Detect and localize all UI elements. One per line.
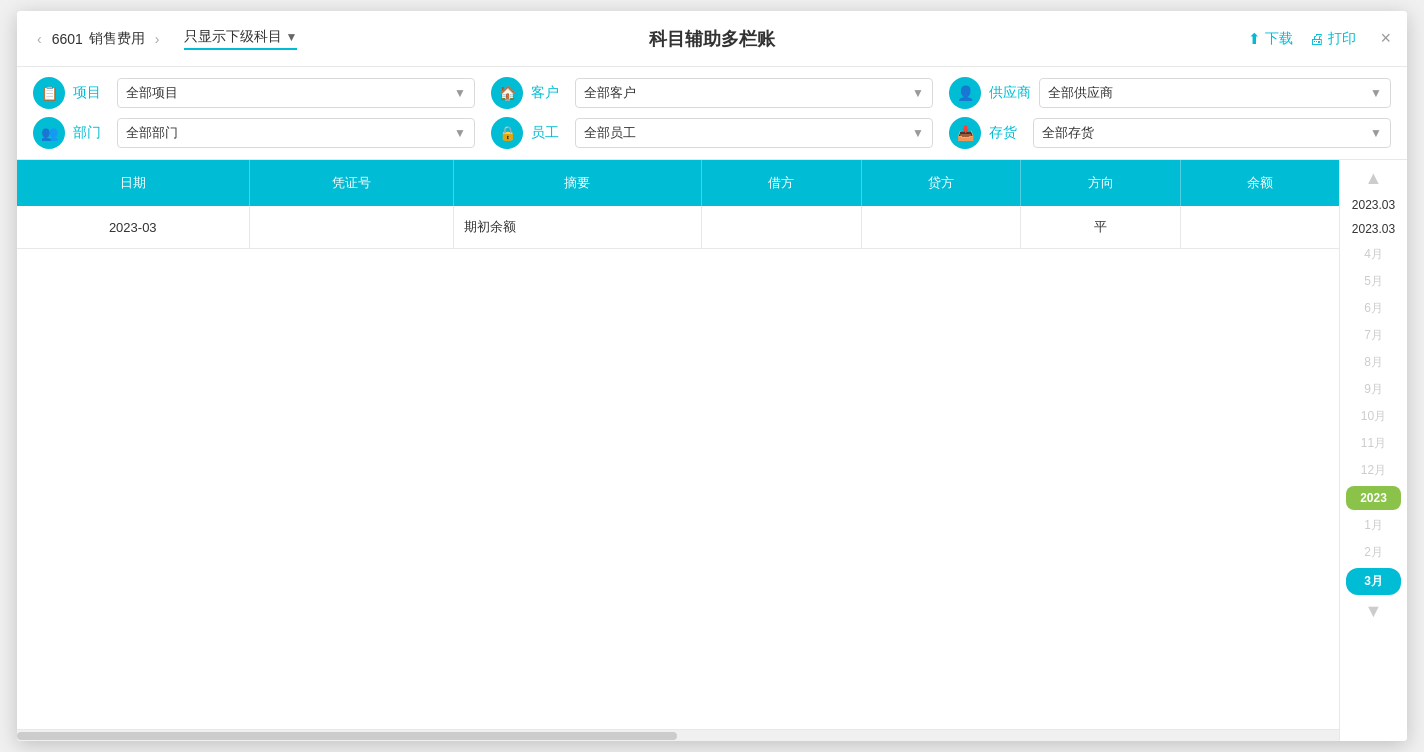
timeline-item-dec[interactable]: 12月 — [1340, 457, 1407, 484]
timeline-down-btn[interactable]: ▼ — [1365, 597, 1383, 626]
timeline-item-may[interactable]: 5月 — [1340, 268, 1407, 295]
supplier-label: 供应商 — [989, 84, 1031, 102]
timeline-item-jun[interactable]: 6月 — [1340, 295, 1407, 322]
supplier-value: 全部供应商 — [1048, 84, 1113, 102]
modal-title: 科目辅助多栏账 — [649, 27, 775, 51]
filter-customer: 🏠 客户 全部客户 ▼ — [491, 77, 933, 109]
customer-label: 客户 — [531, 84, 567, 102]
download-btn[interactable]: ⬆ 下载 — [1248, 30, 1293, 48]
col-summary: 摘要 — [453, 160, 701, 206]
timeline-item-apr[interactable]: 4月 — [1340, 241, 1407, 268]
print-label: 打印 — [1328, 30, 1356, 48]
supplier-select[interactable]: 全部供应商 ▼ — [1039, 78, 1391, 108]
ledger-table: 日期 凭证号 摘要 借方 贷方 方向 余额 2023-03 — [17, 160, 1339, 249]
employee-label: 员工 — [531, 124, 567, 142]
timeline-item-aug[interactable]: 8月 — [1340, 349, 1407, 376]
prev-account-btn[interactable]: ‹ — [33, 29, 46, 49]
customer-select[interactable]: 全部客户 ▼ — [575, 78, 933, 108]
employee-icon: 🔒 — [491, 117, 523, 149]
inventory-icon: 📥 — [949, 117, 981, 149]
filter-bar: 📋 项目 全部项目 ▼ 🏠 客户 全部客户 ▼ 👤 供应商 全部供应商 ▼ — [17, 67, 1407, 160]
show-sub-dropdown[interactable]: 只显示下级科目 ▼ — [184, 28, 298, 50]
filter-employee: 🔒 员工 全部员工 ▼ — [491, 117, 933, 149]
timeline-item-mar-active[interactable]: 3月 — [1346, 568, 1401, 595]
table-header-row: 日期 凭证号 摘要 借方 贷方 方向 余额 — [17, 160, 1339, 206]
timeline-panel: ▲ 2023.03 2023.03 4月 5月 6月 7月 8月 9月 10月 … — [1339, 160, 1407, 741]
timeline-item-jan[interactable]: 1月 — [1340, 512, 1407, 539]
timeline-item-oct[interactable]: 10月 — [1340, 403, 1407, 430]
close-btn[interactable]: × — [1380, 28, 1391, 49]
col-date: 日期 — [17, 160, 249, 206]
download-label: 下载 — [1265, 30, 1293, 48]
customer-value: 全部客户 — [584, 84, 636, 102]
timeline-item-jul[interactable]: 7月 — [1340, 322, 1407, 349]
employee-select[interactable]: 全部员工 ▼ — [575, 118, 933, 148]
col-voucher: 凭证号 — [249, 160, 453, 206]
print-icon: 🖨 — [1309, 30, 1324, 47]
project-icon: 📋 — [33, 77, 65, 109]
timeline-item-2023-03-a[interactable]: 2023.03 — [1340, 193, 1407, 217]
timeline-up-btn[interactable]: ▲ — [1365, 164, 1383, 193]
project-label: 项目 — [73, 84, 109, 102]
show-sub-label: 只显示下级科目 — [184, 28, 282, 46]
timeline-item-2023-03-b[interactable]: 2023.03 — [1340, 217, 1407, 241]
customer-chevron-icon: ▼ — [912, 86, 924, 100]
supplier-icon: 👤 — [949, 77, 981, 109]
next-account-btn[interactable]: › — [151, 29, 164, 49]
cell-balance — [1181, 206, 1339, 249]
main-content: 日期 凭证号 摘要 借方 贷方 方向 余额 2023-03 — [17, 160, 1407, 741]
modal-header: ‹ 6601 销售费用 › 只显示下级科目 ▼ 科目辅助多栏账 ⬆ 下载 🖨 打… — [17, 11, 1407, 67]
project-value: 全部项目 — [126, 84, 178, 102]
account-code: 6601 — [52, 31, 83, 47]
inventory-value: 全部存货 — [1042, 124, 1094, 142]
timeline-item-sep[interactable]: 9月 — [1340, 376, 1407, 403]
filter-department: 👥 部门 全部部门 ▼ — [33, 117, 475, 149]
project-chevron-icon: ▼ — [454, 86, 466, 100]
cell-direction: 平 — [1021, 206, 1181, 249]
cell-debit — [701, 206, 861, 249]
main-modal: ‹ 6601 销售费用 › 只显示下级科目 ▼ 科目辅助多栏账 ⬆ 下载 🖨 打… — [17, 11, 1407, 741]
inventory-label: 存货 — [989, 124, 1025, 142]
filter-inventory: 📥 存货 全部存货 ▼ — [949, 117, 1391, 149]
table-area: 日期 凭证号 摘要 借方 贷方 方向 余额 2023-03 — [17, 160, 1339, 741]
col-credit: 贷方 — [861, 160, 1021, 206]
supplier-chevron-icon: ▼ — [1370, 86, 1382, 100]
cell-voucher — [249, 206, 453, 249]
employee-value: 全部员工 — [584, 124, 636, 142]
timeline-year-2023[interactable]: 2023 — [1346, 486, 1401, 510]
col-debit: 借方 — [701, 160, 861, 206]
cell-summary: 期初余额 — [453, 206, 701, 249]
download-icon: ⬆ — [1248, 30, 1261, 48]
employee-chevron-icon: ▼ — [912, 126, 924, 140]
cell-date: 2023-03 — [17, 206, 249, 249]
department-value: 全部部门 — [126, 124, 178, 142]
table-row: 2023-03 期初余额 平 — [17, 206, 1339, 249]
department-chevron-icon: ▼ — [454, 126, 466, 140]
department-select[interactable]: 全部部门 ▼ — [117, 118, 475, 148]
customer-icon: 🏠 — [491, 77, 523, 109]
col-direction: 方向 — [1021, 160, 1181, 206]
table-wrapper[interactable]: 日期 凭证号 摘要 借方 贷方 方向 余额 2023-03 — [17, 160, 1339, 729]
horizontal-scrollbar[interactable] — [17, 729, 1339, 741]
modal-actions: ⬆ 下载 🖨 打印 × — [1248, 28, 1391, 49]
filter-supplier: 👤 供应商 全部供应商 ▼ — [949, 77, 1391, 109]
col-balance: 余额 — [1181, 160, 1339, 206]
inventory-chevron-icon: ▼ — [1370, 126, 1382, 140]
scrollbar-thumb[interactable] — [17, 732, 677, 740]
print-btn[interactable]: 🖨 打印 — [1309, 30, 1356, 48]
department-label: 部门 — [73, 124, 109, 142]
timeline-item-nov[interactable]: 11月 — [1340, 430, 1407, 457]
department-icon: 👥 — [33, 117, 65, 149]
cell-credit — [861, 206, 1021, 249]
project-select[interactable]: 全部项目 ▼ — [117, 78, 475, 108]
filter-project: 📋 项目 全部项目 ▼ — [33, 77, 475, 109]
account-name: 销售费用 — [89, 30, 145, 48]
inventory-select[interactable]: 全部存货 ▼ — [1033, 118, 1391, 148]
timeline-item-feb[interactable]: 2月 — [1340, 539, 1407, 566]
nav-account: ‹ 6601 销售费用 › — [33, 29, 164, 49]
show-sub-chevron-icon: ▼ — [286, 30, 298, 44]
